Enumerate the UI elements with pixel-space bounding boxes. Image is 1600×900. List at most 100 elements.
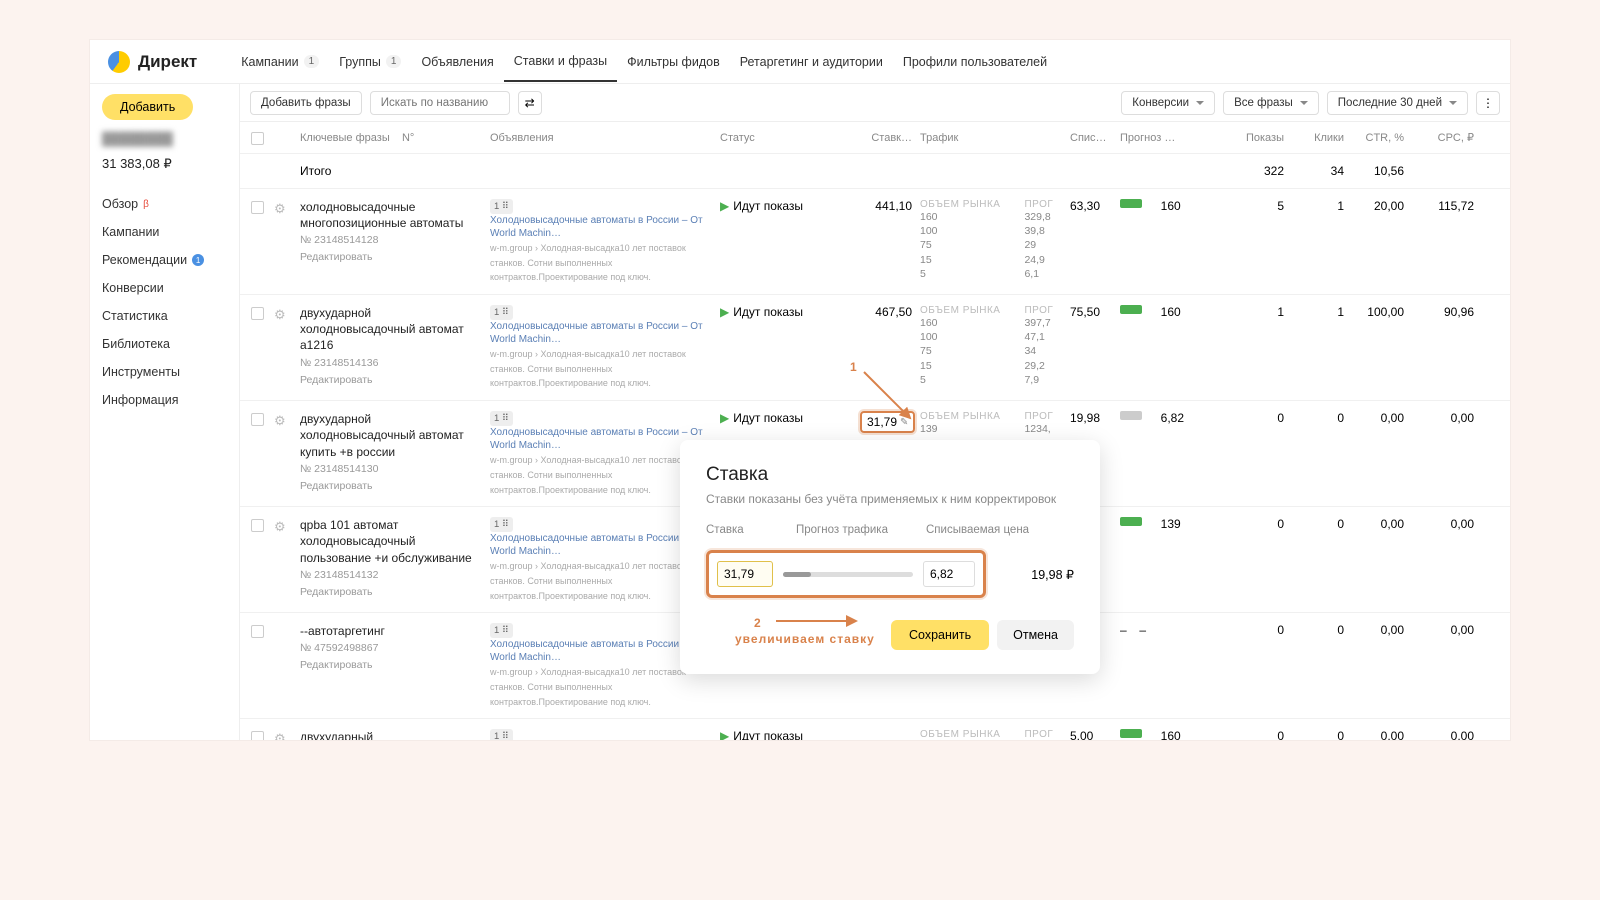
ctr-cell: 0,00 <box>1350 623 1410 637</box>
edit-link[interactable]: Редактировать <box>300 374 482 386</box>
edit-link[interactable]: Редактировать <box>300 251 482 263</box>
ctr-cell: 0,00 <box>1350 517 1410 531</box>
cpc-cell: 0,00 <box>1410 411 1480 425</box>
sidebar-item-Кампании[interactable]: Кампании <box>102 218 227 246</box>
tab-Ретаргетинг и аудитории[interactable]: Ретаргетинг и аудитории <box>730 42 893 82</box>
cancel-button[interactable]: Отмена <box>997 620 1074 650</box>
more-icon[interactable]: ⋮ <box>1476 91 1500 115</box>
row-checkbox[interactable] <box>251 625 264 638</box>
col-traffic[interactable]: Трафик <box>920 132 1070 144</box>
keyword-cell: qpba 101 автомат холодновысадочный польз… <box>300 517 490 598</box>
forecast-cell: 160 <box>1120 729 1220 740</box>
cpc-cell: 90,96 <box>1410 305 1480 319</box>
sidebar-item-Конверсии[interactable]: Конверсии <box>102 274 227 302</box>
ctr-cell: 0,00 <box>1350 729 1410 740</box>
forecast-slider[interactable] <box>783 572 913 577</box>
gear-icon[interactable]: ⚙ <box>274 519 286 534</box>
row-checkbox[interactable] <box>251 307 264 320</box>
edit-link[interactable]: Редактировать <box>300 480 482 492</box>
add-phrases-button[interactable]: Добавить фразы <box>250 91 362 115</box>
list-price-cell: 75,50 <box>1070 305 1120 319</box>
edit-link[interactable]: Редактировать <box>300 659 482 671</box>
list-price-cell: 19,98 <box>1070 411 1120 425</box>
row-checkbox[interactable] <box>251 519 264 532</box>
col-imps[interactable]: Показы <box>1220 132 1290 144</box>
date-range-dropdown[interactable]: Последние 30 дней <box>1327 91 1468 115</box>
ad-count-badge[interactable]: 1 ⠿ <box>490 411 513 426</box>
col-ads[interactable]: Объявления <box>490 132 720 144</box>
col-bid[interactable]: Ставк… <box>860 132 920 144</box>
tab-Профили пользователей[interactable]: Профили пользователей <box>893 42 1057 82</box>
play-icon: ▶ <box>720 199 729 213</box>
keyword-cell: двухударной холодновысадочный автомат а1… <box>300 305 490 386</box>
sidebar-item-Библиотека[interactable]: Библиотека <box>102 330 227 358</box>
ad-cell: 1 ⠿Холодновысадочные автоматы в России –… <box>490 729 720 740</box>
clicks-cell: 0 <box>1290 623 1350 637</box>
ad-count-badge[interactable]: 1 ⠿ <box>490 729 513 740</box>
ad-count-badge[interactable]: 1 ⠿ <box>490 199 513 214</box>
forecast-cell: – – <box>1120 623 1220 637</box>
clicks-cell: 1 <box>1290 199 1350 213</box>
totals-imps: 322 <box>1220 164 1290 178</box>
imps-cell: 0 <box>1220 729 1290 740</box>
ad-cell: 1 ⠿Холодновысадочные автоматы в России –… <box>490 199 720 284</box>
tab-Группы[interactable]: Группы1 <box>329 42 411 82</box>
search-input[interactable] <box>370 91 510 115</box>
conversions-dropdown[interactable]: Конверсии <box>1121 91 1215 115</box>
row-checkbox[interactable] <box>251 413 264 426</box>
select-all-checkbox[interactable] <box>251 132 264 145</box>
forecast-cell: 160 <box>1120 199 1220 213</box>
col-clicks[interactable]: Клики <box>1290 132 1350 144</box>
add-button[interactable]: Добавить <box>102 94 193 120</box>
bid-cell[interactable]: 31,79 ✎ <box>860 411 920 433</box>
tab-Ставки и фразы[interactable]: Ставки и фразы <box>504 42 617 82</box>
play-icon: ▶ <box>720 411 729 425</box>
forecast-cell: 160 <box>1120 305 1220 319</box>
sidebar-item-Рекомендации[interactable]: Рекомендации1 <box>102 246 227 274</box>
sidebar-item-Инструменты[interactable]: Инструменты <box>102 358 227 386</box>
sidebar-item-Статистика[interactable]: Статистика <box>102 302 227 330</box>
imps-cell: 0 <box>1220 411 1290 425</box>
bid-input[interactable] <box>717 561 773 587</box>
keyword-cell: холодновысадочные многопозиционные автом… <box>300 199 490 263</box>
forecast-output[interactable] <box>923 561 975 587</box>
popover-subtitle: Ставки показаны без учёта применяемых к … <box>706 492 1074 506</box>
bid-cell[interactable]: 441,10 <box>860 199 920 213</box>
row-checkbox[interactable] <box>251 731 264 740</box>
ad-count-badge[interactable]: 1 ⠿ <box>490 517 513 532</box>
gear-icon[interactable]: ⚙ <box>274 731 286 740</box>
tab-Кампании[interactable]: Кампании1 <box>231 42 329 82</box>
gear-icon[interactable]: ⚙ <box>274 413 286 428</box>
ad-count-badge[interactable]: 1 ⠿ <box>490 623 513 638</box>
traffic-cell: ОБЪЕМ РЫНКА16010075155ПРОГ397,747,13429,… <box>920 305 1070 387</box>
col-status[interactable]: Статус <box>720 132 860 144</box>
ctr-cell: 100,00 <box>1350 305 1410 319</box>
keyword-cell: двухударный холодновысадочный автомат а6… <box>300 729 490 740</box>
gear-icon[interactable]: ⚙ <box>274 201 286 216</box>
edit-link[interactable]: Редактировать <box>300 586 482 598</box>
status-cell: ▶Идут показы <box>720 729 860 740</box>
tab-Фильтры фидов[interactable]: Фильтры фидов <box>617 42 730 82</box>
col-cpc[interactable]: CPC, ₽ <box>1410 131 1480 144</box>
traffic-cell: ОБЪЕМ РЫНКА155ПРОГ29,17,9 <box>920 729 1070 740</box>
cpc-cell: 0,00 <box>1410 623 1480 637</box>
tab-Объявления[interactable]: Объявления <box>411 42 503 82</box>
sidebar-item-Информация[interactable]: Информация <box>102 386 227 414</box>
gear-icon[interactable]: ⚙ <box>274 307 286 322</box>
col-forecast[interactable]: Прогноз … <box>1120 132 1220 144</box>
row-checkbox[interactable] <box>251 201 264 214</box>
col-keywords[interactable]: Ключевые фразы N° <box>300 132 490 144</box>
sidebar-item-Обзор[interactable]: Обзорβ <box>102 190 227 218</box>
bid-edit-trigger[interactable]: 31,79 ✎ <box>860 411 915 433</box>
phrases-filter-dropdown[interactable]: Все фразы <box>1223 91 1319 115</box>
filter-settings-icon[interactable]: ⇄ <box>518 91 542 115</box>
col-list[interactable]: Спис… <box>1070 132 1120 144</box>
table-row: ⚙ холодновысадочные многопозиционные авто… <box>240 189 1510 295</box>
bid-cell[interactable]: 467,50 <box>860 305 920 319</box>
col-ctr[interactable]: CTR, % <box>1350 132 1410 144</box>
popover-price: 19,98 ₽ <box>1004 567 1074 582</box>
ad-count-badge[interactable]: 1 ⠿ <box>490 305 513 320</box>
save-button[interactable]: Сохранить <box>891 620 989 650</box>
table-row: ⚙ двухударный холодновысадочный автомат а… <box>240 719 1510 740</box>
imps-cell: 0 <box>1220 623 1290 637</box>
